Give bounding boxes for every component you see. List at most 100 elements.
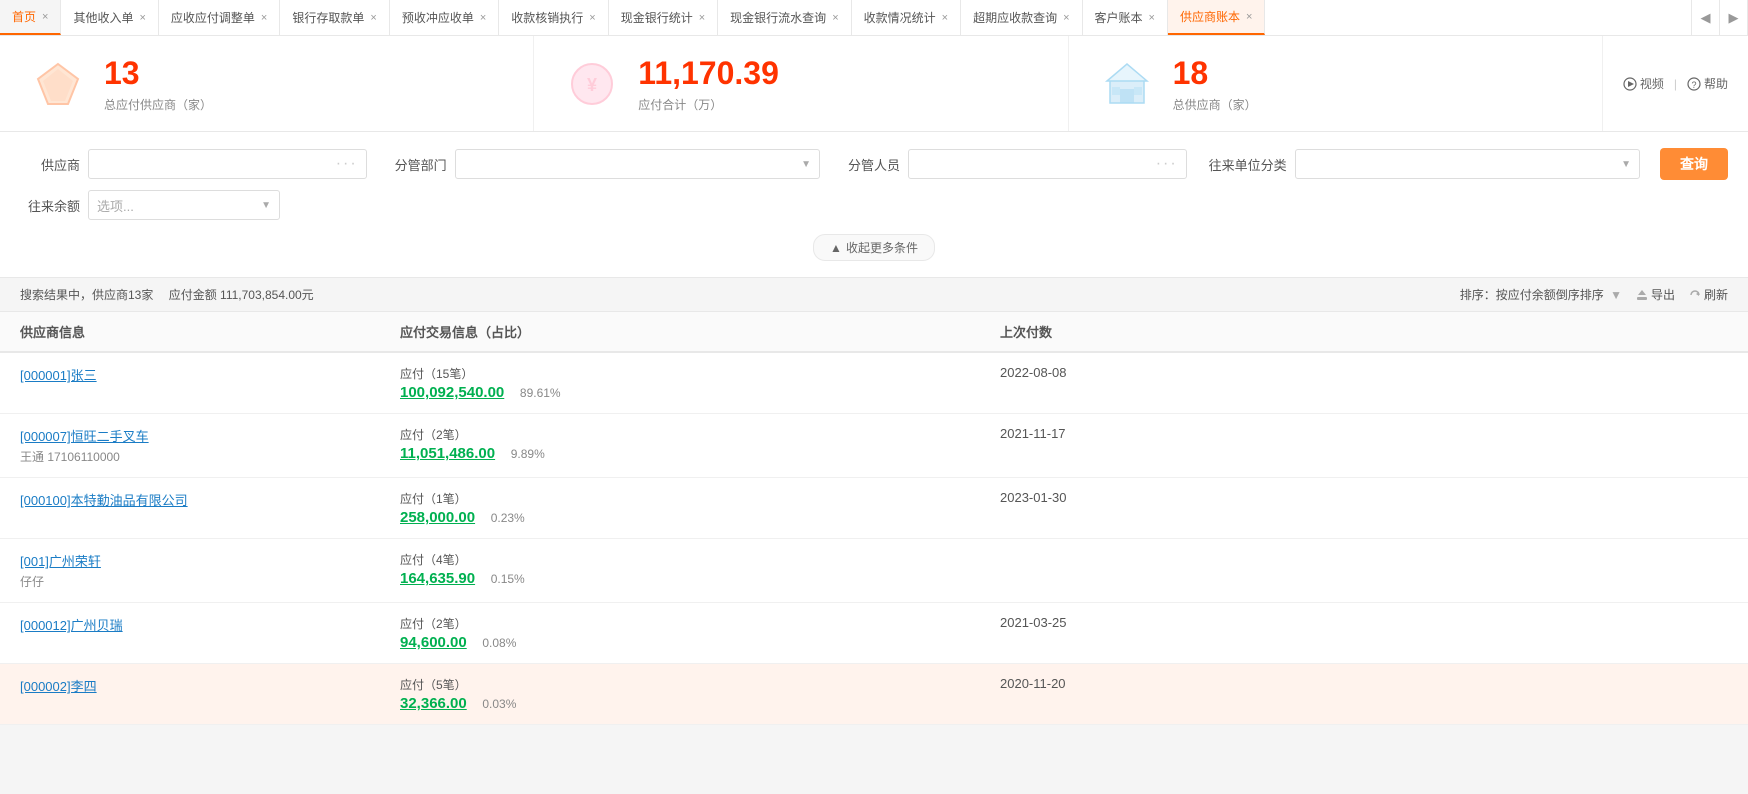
lastpay-date-2: 2023-01-30 (1000, 490, 1067, 505)
nav-tab-11-label: 供应商账本 (1180, 8, 1240, 25)
help-link[interactable]: ? 帮助 (1687, 75, 1728, 92)
transaction-col-3: 应付（4笔） 164,635.90 0.15% (400, 551, 1000, 587)
tx-amount-5[interactable]: 32,366.00 (400, 695, 467, 712)
tx-percent-3: 0.15% (491, 572, 525, 586)
nav-tab-4-close[interactable]: × (480, 12, 486, 24)
nav-tab-3-label: 银行存取款单 (292, 9, 364, 26)
nav-tab-3[interactable]: 银行存取款单 × (280, 0, 389, 35)
supplier-link-2[interactable]: [000100]本特勤油品有限公司 (20, 490, 400, 509)
tx-amount-3[interactable]: 164,635.90 (400, 570, 475, 587)
lastpay-date-0: 2022-08-08 (1000, 365, 1067, 380)
nav-tab-home-label: 首页 (12, 8, 36, 25)
supplier-link-1[interactable]: [000007]恒旺二手叉车 (20, 426, 400, 445)
nav-tab-10[interactable]: 客户账本 × (1083, 0, 1168, 35)
nav-tab-5-close[interactable]: × (589, 12, 595, 24)
tx-label-1: 应付（2笔） (400, 426, 1000, 443)
result-actions: 排序：按应付余额倒序排序 ▼ 导出 刷新 (1460, 286, 1728, 303)
tx-label-2: 应付（1笔） (400, 490, 1000, 507)
tx-amount-0[interactable]: 100,092,540.00 (400, 384, 504, 401)
nav-tab-6-close[interactable]: × (699, 12, 705, 24)
collapse-button[interactable]: ▲ 收起更多条件 (813, 234, 935, 261)
supplier-link-0[interactable]: [000001]张三 (20, 365, 400, 384)
store-icon (1099, 56, 1155, 112)
nav-tab-5[interactable]: 收款核销执行 × (499, 0, 608, 35)
export-button[interactable]: 导出 (1636, 286, 1675, 303)
nav-tab-8-close[interactable]: × (942, 12, 948, 24)
nav-tab-10-close[interactable]: × (1149, 12, 1155, 24)
table-row: [000007]恒旺二手叉车 王通 17106110000 应付（2笔） 11,… (0, 414, 1748, 478)
lastpay-col-4: 2021-03-25 (1000, 615, 1728, 630)
refresh-button[interactable]: 刷新 (1689, 286, 1728, 303)
stat-info-total: 18 总供应商（家） (1173, 54, 1257, 113)
nav-prev-arrow[interactable]: ◀ (1692, 0, 1720, 36)
tx-amount-2[interactable]: 258,000.00 (400, 509, 475, 526)
nav-tab-10-label: 客户账本 (1095, 9, 1143, 26)
balance-select[interactable]: 选项... ▼ (88, 190, 280, 220)
nav-tab-4-label: 预收冲应收单 (402, 9, 474, 26)
nav-tab-2[interactable]: 应收应付调整单 × (159, 0, 280, 35)
result-text1: 搜索结果中，供应商13家 (20, 288, 153, 302)
col-header-supplier: 供应商信息 (20, 322, 400, 341)
nav-tab-9-close[interactable]: × (1063, 12, 1069, 24)
svg-text:?: ? (1691, 80, 1696, 90)
nav-tab-3-close[interactable]: × (370, 12, 376, 24)
supplier-link-4[interactable]: [000012]广州贝瑞 (20, 615, 400, 634)
nav-tab-1[interactable]: 其他收入单 × (61, 0, 158, 35)
collapse-row: ▲ 收起更多条件 (20, 230, 1728, 269)
nav-tab-4[interactable]: 预收冲应收单 × (390, 0, 499, 35)
nav-tab-8[interactable]: 收款情况统计 × (852, 0, 961, 35)
nav-tab-6[interactable]: 现金银行统计 × (609, 0, 718, 35)
nav-tab-1-close[interactable]: × (139, 12, 145, 24)
svg-text:¥: ¥ (587, 75, 597, 95)
video-label: 视频 (1640, 75, 1664, 92)
nav-tab-2-close[interactable]: × (261, 12, 267, 24)
search-row-1: 供应商 ··· 分管部门 ▼ 分管人员 ··· 往来单位分类 ▼ (20, 148, 1728, 180)
person-input[interactable]: ··· (908, 149, 1187, 179)
diamond-icon (30, 56, 86, 112)
nav-arrows: ◀ ▶ (1691, 0, 1748, 36)
query-button[interactable]: 查询 (1660, 148, 1728, 180)
nav-tab-7-close[interactable]: × (832, 12, 838, 24)
tx-label-3: 应付（4笔） (400, 551, 1000, 568)
dept-field: 分管部门 ▼ (387, 149, 820, 179)
supplier-col-5: [000002]李四 (20, 676, 400, 695)
supplier-dots: ··· (336, 155, 358, 173)
supplier-link-5[interactable]: [000002]李四 (20, 676, 400, 695)
supplier-input[interactable]: ··· (88, 149, 367, 179)
supplier-col-1: [000007]恒旺二手叉车 王通 17106110000 (20, 426, 400, 465)
supplier-link-3[interactable]: [001]广州荣轩 (20, 551, 400, 570)
stat-label-suppliers: 总应付供应商（家） (104, 96, 212, 113)
lastpay-col-0: 2022-08-08 (1000, 365, 1728, 380)
tx-amount-4[interactable]: 94,600.00 (400, 634, 467, 651)
lastpay-col-5: 2020-11-20 (1000, 676, 1728, 691)
supplier-sub-3: 仔仔 (20, 573, 400, 590)
tx-percent-4: 0.08% (482, 636, 516, 650)
nav-tab-7[interactable]: 现金银行流水查询 × (718, 0, 851, 35)
help-label: 帮助 (1704, 75, 1728, 92)
balance-value: 选项... (97, 196, 134, 215)
stat-card-total: 18 总供应商（家） (1069, 36, 1603, 131)
nav-tab-9-label: 超期应收款查询 (973, 9, 1057, 26)
nav-next-arrow[interactable]: ▶ (1720, 0, 1748, 36)
stat-number-total: 18 (1173, 54, 1257, 92)
stat-info-amount: 11,170.39 应付合计（万） (638, 54, 779, 113)
dept-select[interactable]: ▼ (455, 149, 820, 179)
category-select[interactable]: ▼ (1295, 149, 1640, 179)
coin-icon: ¥ (564, 56, 620, 112)
nav-tab-11-close[interactable]: × (1246, 11, 1252, 23)
balance-label: 往来余额 (20, 196, 80, 215)
nav-tab-home-close[interactable]: × (42, 11, 48, 23)
nav-tab-11[interactable]: 供应商账本 × (1168, 0, 1265, 35)
tx-amount-1[interactable]: 11,051,486.00 (400, 445, 495, 462)
balance-field: 往来余额 选项... ▼ (20, 190, 280, 220)
nav-tab-9[interactable]: 超期应收款查询 × (961, 0, 1082, 35)
tx-percent-2: 0.23% (491, 511, 525, 525)
video-link[interactable]: 视频 (1623, 75, 1664, 92)
stat-label-total: 总供应商（家） (1173, 96, 1257, 113)
nav-tab-home[interactable]: 首页 × (0, 0, 61, 35)
table-container: 供应商信息 应付交易信息（占比） 上次付数 [000001]张三 应付（15笔）… (0, 312, 1748, 725)
nav-tab-2-label: 应收应付调整单 (171, 9, 255, 26)
sort-control[interactable]: 排序：按应付余额倒序排序 ▼ (1460, 286, 1622, 303)
table-header: 供应商信息 应付交易信息（占比） 上次付数 (0, 312, 1748, 353)
nav-tab-6-label: 现金银行统计 (621, 9, 693, 26)
